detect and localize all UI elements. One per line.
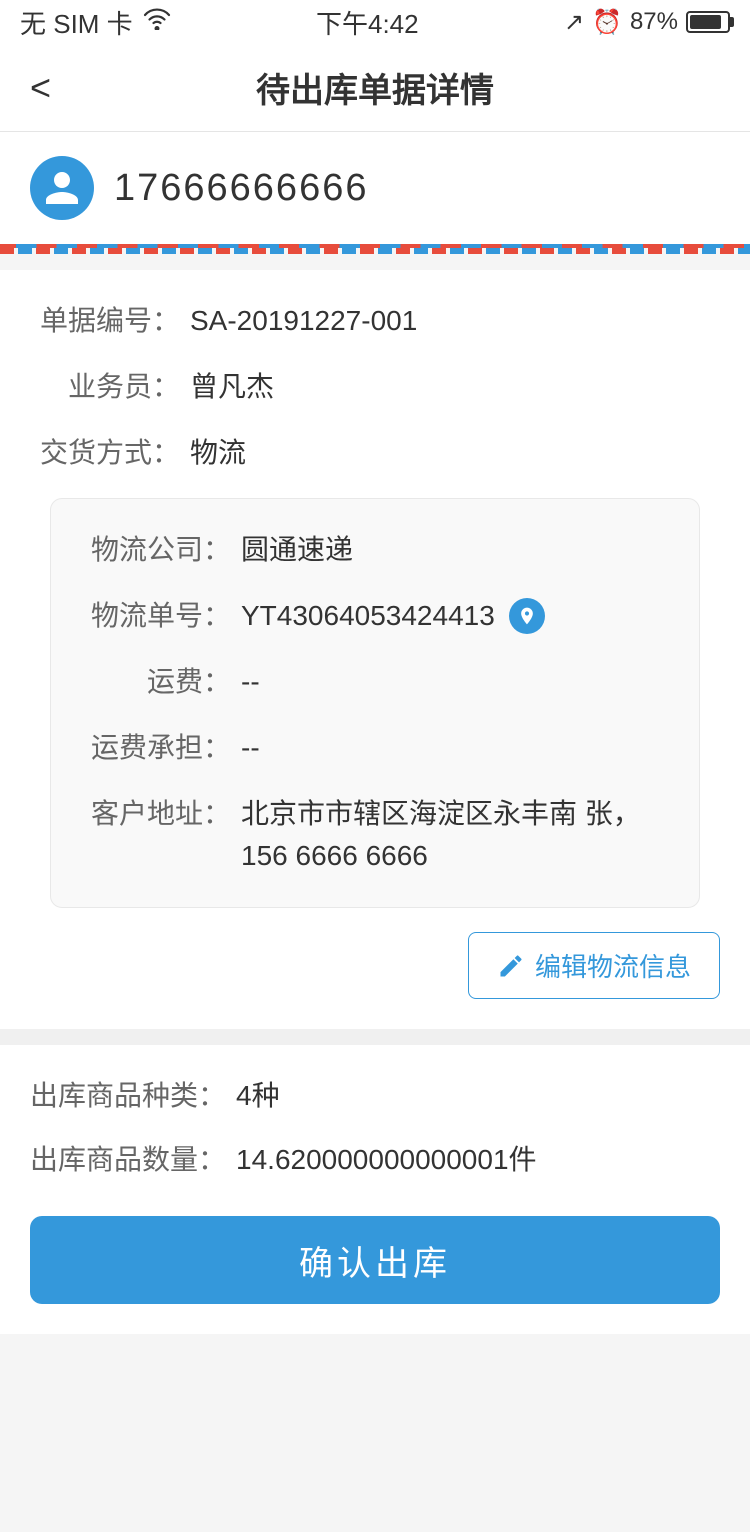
user-header: 17666666666 xyxy=(0,132,750,248)
nav-bar: < 待出库单据详情 xyxy=(0,44,750,132)
order-no-value: SA-20191227-001 xyxy=(190,300,720,342)
location-status-icon: ↗ xyxy=(564,8,584,37)
edit-btn-container: 编辑物流信息 xyxy=(30,908,720,999)
freight-bearer-value: -- xyxy=(241,727,669,769)
basic-info-section: 单据编号： SA-20191227-001 业务员： 曾凡杰 交货方式： 物流 … xyxy=(0,270,750,1029)
freight-bearer-row: 运费承担： -- xyxy=(81,727,669,769)
wifi-icon xyxy=(143,8,171,37)
avatar xyxy=(30,156,94,220)
goods-types-label: 出库商品种类： xyxy=(30,1075,226,1117)
goods-quantity-value: 14.620000000000001件 xyxy=(236,1139,720,1181)
bottom-spacer xyxy=(0,1332,750,1532)
dashed-separator xyxy=(0,248,750,254)
freight-label: 运费： xyxy=(81,661,231,703)
goods-quantity-label: 出库商品数量： xyxy=(30,1139,226,1181)
battery-icon xyxy=(686,11,730,33)
address-row: 客户地址： 北京市市辖区海淀区永丰南 张，156 6666 6666 xyxy=(81,793,669,877)
goods-section: 出库商品种类： 4种 出库商品数量： 14.620000000000001件 xyxy=(0,1045,750,1211)
goods-types-value: 4种 xyxy=(236,1075,720,1117)
battery-text: 87% xyxy=(630,8,678,36)
status-bar: 无 SIM 卡 下午4:42 ↗ ⏰ 87% xyxy=(0,0,750,44)
logistics-card: 物流公司： 圆通速递 物流单号： YT43064053424413 运费： --… xyxy=(50,498,700,908)
logistics-tracking-label: 物流单号： xyxy=(81,595,231,637)
back-button[interactable]: < xyxy=(30,67,90,109)
freight-row: 运费： -- xyxy=(81,661,669,703)
status-time: 下午4:42 xyxy=(316,4,419,41)
alarm-icon: ⏰ xyxy=(592,8,622,37)
salesman-label: 业务员： xyxy=(30,366,180,408)
goods-quantity-row: 出库商品数量： 14.620000000000001件 xyxy=(30,1139,720,1181)
confirm-btn-wrapper: 确认出库 xyxy=(0,1196,750,1334)
freight-value: -- xyxy=(241,661,669,703)
address-value: 北京市市辖区海淀区永丰南 张，156 6666 6666 xyxy=(241,793,669,877)
delivery-value: 物流 xyxy=(190,432,720,474)
logistics-company-row: 物流公司： 圆通速递 xyxy=(81,529,669,571)
user-phone: 17666666666 xyxy=(114,167,368,210)
freight-bearer-label: 运费承担： xyxy=(81,727,231,769)
status-left: 无 SIM 卡 xyxy=(20,4,171,41)
goods-types-row: 出库商品种类： 4种 xyxy=(30,1075,720,1117)
order-no-row: 单据编号： SA-20191227-001 xyxy=(30,300,720,342)
salesman-value: 曾凡杰 xyxy=(190,366,720,408)
logistics-tracking-value: YT43064053424413 xyxy=(241,595,669,637)
delivery-row: 交货方式： 物流 xyxy=(30,432,720,474)
salesman-row: 业务员： 曾凡杰 xyxy=(30,366,720,408)
order-no-label: 单据编号： xyxy=(30,300,180,342)
section-divider xyxy=(0,1029,750,1045)
delivery-label: 交货方式： xyxy=(30,432,180,474)
logistics-company-value: 圆通速递 xyxy=(241,529,669,571)
edit-logistics-button[interactable]: 编辑物流信息 xyxy=(468,932,720,999)
tracking-location-icon[interactable] xyxy=(509,598,545,634)
edit-icon xyxy=(497,952,525,980)
edit-btn-label: 编辑物流信息 xyxy=(535,947,691,984)
logistics-company-label: 物流公司： xyxy=(81,529,231,571)
confirm-outbound-button[interactable]: 确认出库 xyxy=(30,1216,720,1304)
status-right: ↗ ⏰ 87% xyxy=(564,8,730,37)
logistics-tracking-row: 物流单号： YT43064053424413 xyxy=(81,595,669,637)
carrier-text: 无 SIM 卡 xyxy=(20,4,133,41)
page-title: 待出库单据详情 xyxy=(256,63,494,112)
address-label: 客户地址： xyxy=(81,793,231,835)
